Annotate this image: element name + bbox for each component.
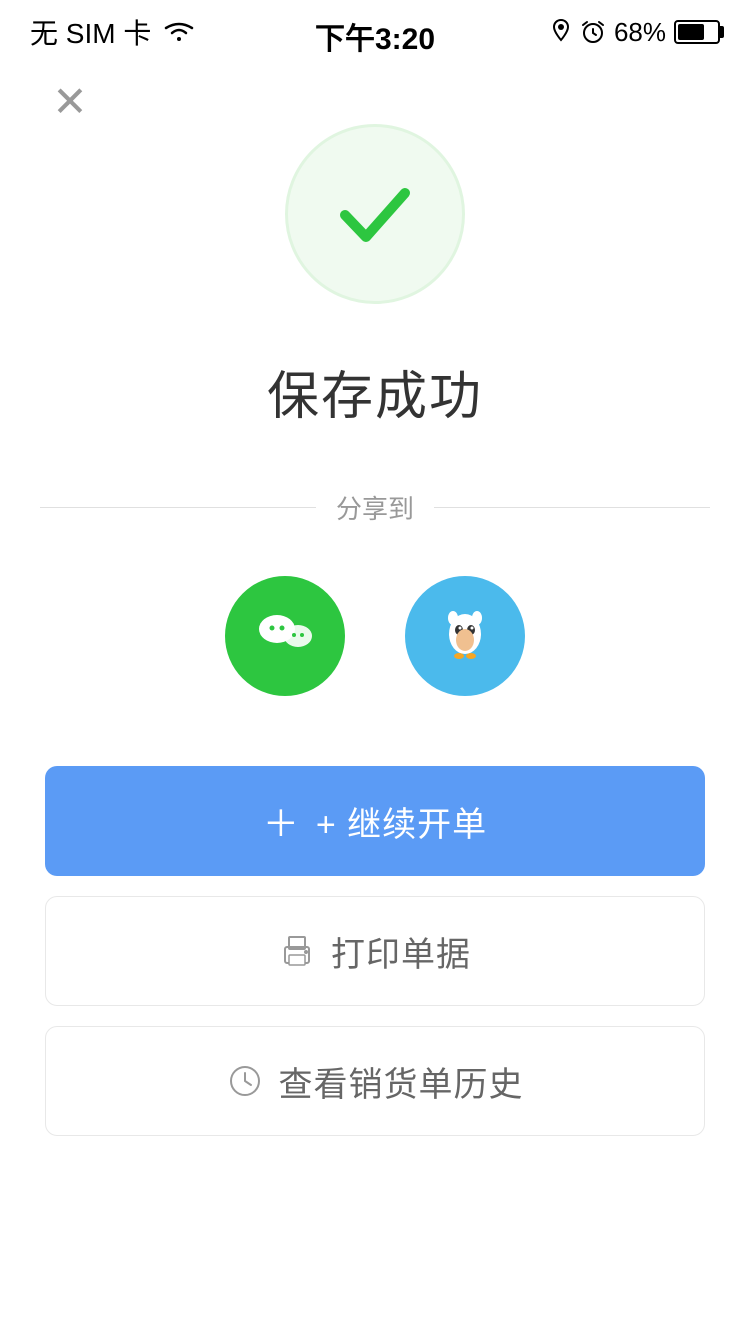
print-label: 打印单据 bbox=[331, 927, 471, 976]
carrier-text: 无 SIM 卡 bbox=[30, 12, 151, 52]
printer-icon bbox=[279, 933, 315, 969]
wifi-icon bbox=[161, 19, 197, 45]
share-section: 分享到 bbox=[0, 489, 750, 696]
battery-icon bbox=[674, 20, 720, 44]
share-label: 分享到 bbox=[336, 489, 414, 526]
history-button[interactable]: 查看销货单历史 bbox=[45, 1026, 705, 1136]
alarm-icon bbox=[580, 19, 606, 45]
success-title: 保存成功 bbox=[267, 354, 483, 429]
status-right: 68% bbox=[550, 17, 720, 48]
clock-icon bbox=[227, 1063, 263, 1099]
wechat-share-button[interactable] bbox=[225, 576, 345, 696]
print-button[interactable]: 打印单据 bbox=[45, 896, 705, 1006]
close-icon: ✕ bbox=[52, 81, 87, 123]
qq-icon bbox=[433, 604, 497, 668]
continue-icon: ＋ bbox=[263, 795, 300, 847]
status-left: 无 SIM 卡 bbox=[30, 12, 197, 52]
status-time: 下午3:20 bbox=[315, 14, 435, 58]
history-label: 查看销货单历史 bbox=[279, 1057, 524, 1106]
wechat-icon bbox=[250, 601, 320, 671]
continue-label: + 继续开单 bbox=[316, 797, 487, 846]
share-divider: 分享到 bbox=[40, 489, 710, 526]
location-icon bbox=[550, 18, 572, 46]
status-bar: 无 SIM 卡 下午3:20 68% bbox=[0, 0, 750, 64]
battery-percent: 68% bbox=[614, 17, 666, 48]
checkmark-icon bbox=[330, 169, 420, 259]
close-button[interactable]: ✕ bbox=[40, 72, 100, 132]
qq-share-button[interactable] bbox=[405, 576, 525, 696]
success-circle bbox=[285, 124, 465, 304]
share-icons bbox=[40, 576, 710, 696]
main-content: 保存成功 分享到 bbox=[0, 64, 750, 1136]
continue-button[interactable]: ＋ + 继续开单 bbox=[45, 766, 705, 876]
actions-container: ＋ + 继续开单 打印单据 查看销货单历史 bbox=[45, 766, 705, 1136]
